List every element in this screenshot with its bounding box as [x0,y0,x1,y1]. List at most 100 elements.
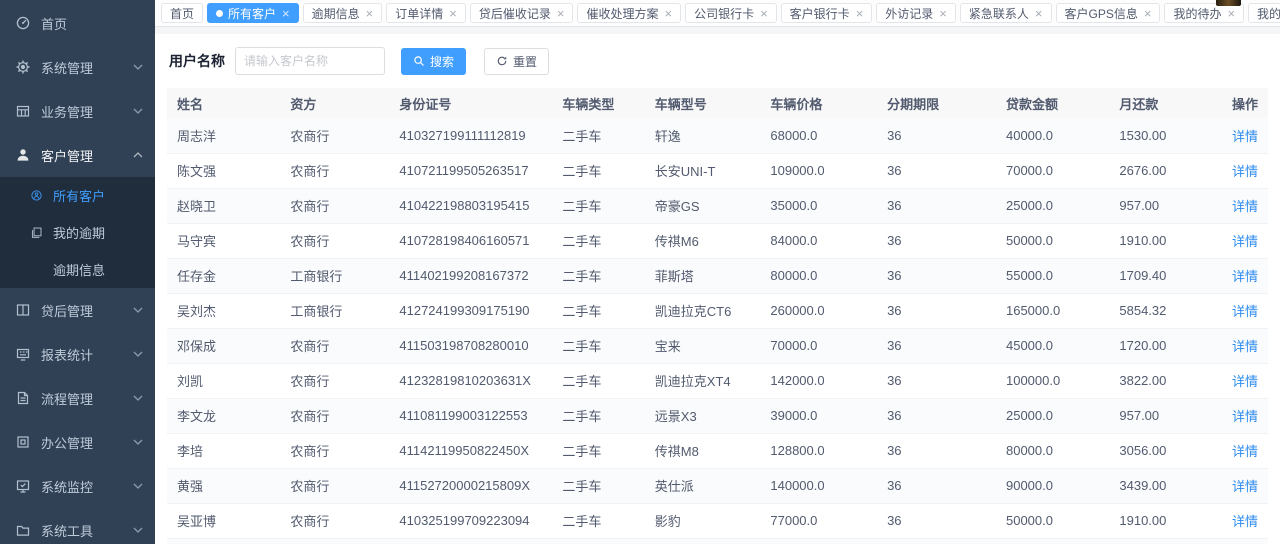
cell-loan-amount: 25000.0 [996,188,1109,223]
cell-monthly-payment: 957.00 [1109,398,1208,433]
close-icon[interactable]: × [557,7,565,20]
detail-link[interactable]: 详情 [1232,234,1258,249]
chevron-down-icon [133,108,143,114]
cell-funder: 农商行 [280,328,389,363]
close-icon[interactable]: × [664,7,672,20]
sidebar-item-system-tools[interactable]: 系统工具 [0,508,155,544]
close-icon[interactable]: × [856,7,864,20]
tab-my-todo[interactable]: 我的待办× [1164,3,1244,23]
tab-all-customers[interactable]: 所有客户× [207,3,299,23]
sidebar-item-overdue-info[interactable]: 逾期信息 [0,251,155,288]
table-header: 姓名 资方 身份证号 车辆类型 车辆型号 车辆价格 分期期限 贷款金额 月还款 … [167,88,1268,118]
report-icon [15,346,31,362]
tab-my-processes[interactable]: 我的流程× [1248,3,1280,23]
close-icon[interactable]: × [1227,7,1235,20]
close-icon[interactable]: × [1144,7,1152,20]
search-button[interactable]: 搜索 [401,48,466,75]
cell-vehicle-price: 70000.0 [760,328,877,363]
chevron-up-icon [133,152,143,158]
detail-link[interactable]: 详情 [1232,339,1258,354]
tab-company-bank-cards[interactable]: 公司银行卡× [685,3,777,23]
sidebar-item-system-mgmt[interactable]: 系统管理 [0,45,155,89]
tab-emergency-contacts[interactable]: 紧急联系人× [960,3,1052,23]
col-header-funder: 资方 [280,88,389,118]
sidebar-item-my-overdue[interactable]: 我的逾期 [0,214,155,251]
sidebar-item-all-customers[interactable]: 所有客户 [0,177,155,214]
cell-monthly-payment: 1910.00 [1109,503,1208,538]
cell-vehicle-model: 传祺M8 [645,433,761,468]
close-icon[interactable]: × [939,7,947,20]
tab-overdue-info[interactable]: 逾期信息× [303,3,383,23]
cell-id-number: 412724199309175190 [389,293,552,328]
detail-link[interactable]: 详情 [1232,129,1258,144]
tab-order-details[interactable]: 订单详情× [386,3,466,23]
sidebar-item-customer-mgmt[interactable]: 客户管理 [0,133,155,177]
cell-monthly-payment: 2676.00 [1109,153,1208,188]
close-icon[interactable]: × [282,7,290,20]
cell-vehicle-model: 凯迪拉克XT4 [645,363,761,398]
close-icon[interactable]: × [1035,7,1043,20]
table-row: 周志洋 农商行 410327199111112819 二手车 轩逸 68000.… [167,118,1268,153]
cell-vehicle-model: 帝豪GS [645,188,761,223]
tab-bar: 首页 所有客户× 逾期信息× 订单详情× 贷后催收记录× 催收处理方案× 公司银… [155,0,1280,27]
cell-vehicle-model: 长安UNI-T [645,153,761,188]
reset-button[interactable]: 重置 [484,48,549,75]
sidebar-item-system-monitor[interactable]: 系统监控 [0,464,155,508]
cell-installment-term [877,538,996,544]
detail-link[interactable]: 详情 [1232,269,1258,284]
sidebar-item-office-mgmt[interactable]: 办公管理 [0,420,155,464]
table-row: 赵晓卫 农商行 410422198803195415 二手车 帝豪GS 3500… [167,188,1268,223]
sidebar-item-business-mgmt[interactable]: 业务管理 [0,89,155,133]
cell-loan-amount: 25000.0 [996,398,1109,433]
grid-icon [15,103,31,119]
cell-funder: 农商行 [280,153,389,188]
sidebar-item-label: 系统管理 [41,58,133,77]
cell-name: 吴刘杰 [167,293,280,328]
cell-id-number: 411402199208167372 [389,258,552,293]
detail-link[interactable]: 详情 [1232,444,1258,459]
cell-vehicle-price: 68000.0 [760,118,877,153]
chevron-down-icon [133,483,143,489]
detail-link[interactable]: 详情 [1232,304,1258,319]
cell-id-number: 410728198406160571 [389,223,552,258]
cell-vehicle-price: 39000.0 [760,398,877,433]
tab-customer-gps-info[interactable]: 客户GPS信息× [1056,3,1161,23]
sidebar-item-report-stats[interactable]: 报表统计 [0,332,155,376]
cell-vehicle-model [645,538,761,544]
chevron-down-icon [133,395,143,401]
cell-name: 黄强 [167,468,280,503]
tab-post-loan-collection-records[interactable]: 贷后催收记录× [470,3,574,23]
detail-link[interactable]: 详情 [1232,479,1258,494]
sidebar-item-post-loan-mgmt[interactable]: 贷后管理 [0,288,155,332]
detail-link[interactable]: 详情 [1232,409,1258,424]
customer-name-input[interactable] [235,47,385,75]
detail-link[interactable]: 详情 [1232,514,1258,529]
detail-link[interactable]: 详情 [1232,164,1258,179]
tab-collection-plans[interactable]: 催收处理方案× [577,3,681,23]
cell-installment-term: 36 [877,258,996,293]
chevron-down-icon [133,64,143,70]
col-header-name: 姓名 [167,88,280,118]
cell-funder: 农商行 [280,398,389,433]
avatar[interactable] [1216,0,1241,6]
cell-monthly-payment: 1530.00 [1109,118,1208,153]
table-row: 马守宾 农商行 410728198406160571 二手车 传祺M6 8400… [167,223,1268,258]
detail-link[interactable]: 详情 [1232,199,1258,214]
cell-id-number: 410325199709223094 [389,503,552,538]
close-icon[interactable]: × [760,7,768,20]
tab-customer-bank-cards[interactable]: 客户银行卡× [781,3,873,23]
cell-funder: 农商行 [280,468,389,503]
tab-field-visit-records[interactable]: 外访记录× [876,3,956,23]
detail-link[interactable]: 详情 [1232,374,1258,389]
close-icon[interactable]: × [366,7,374,20]
sidebar-item-process-mgmt[interactable]: 流程管理 [0,376,155,420]
col-header-action: 操作 [1208,88,1268,118]
tab-home[interactable]: 首页 [161,3,203,23]
cell-installment-term: 36 [877,433,996,468]
table-row: 李培 农商行 41142119950822450X 二手车 传祺M8 12880… [167,433,1268,468]
close-icon[interactable]: × [449,7,457,20]
cell-vehicle-price: 140000.0 [760,468,877,503]
cell-name: 吴亚博 [167,503,280,538]
sidebar-item-home[interactable]: 首页 [0,1,155,45]
customers-icon [30,189,43,202]
